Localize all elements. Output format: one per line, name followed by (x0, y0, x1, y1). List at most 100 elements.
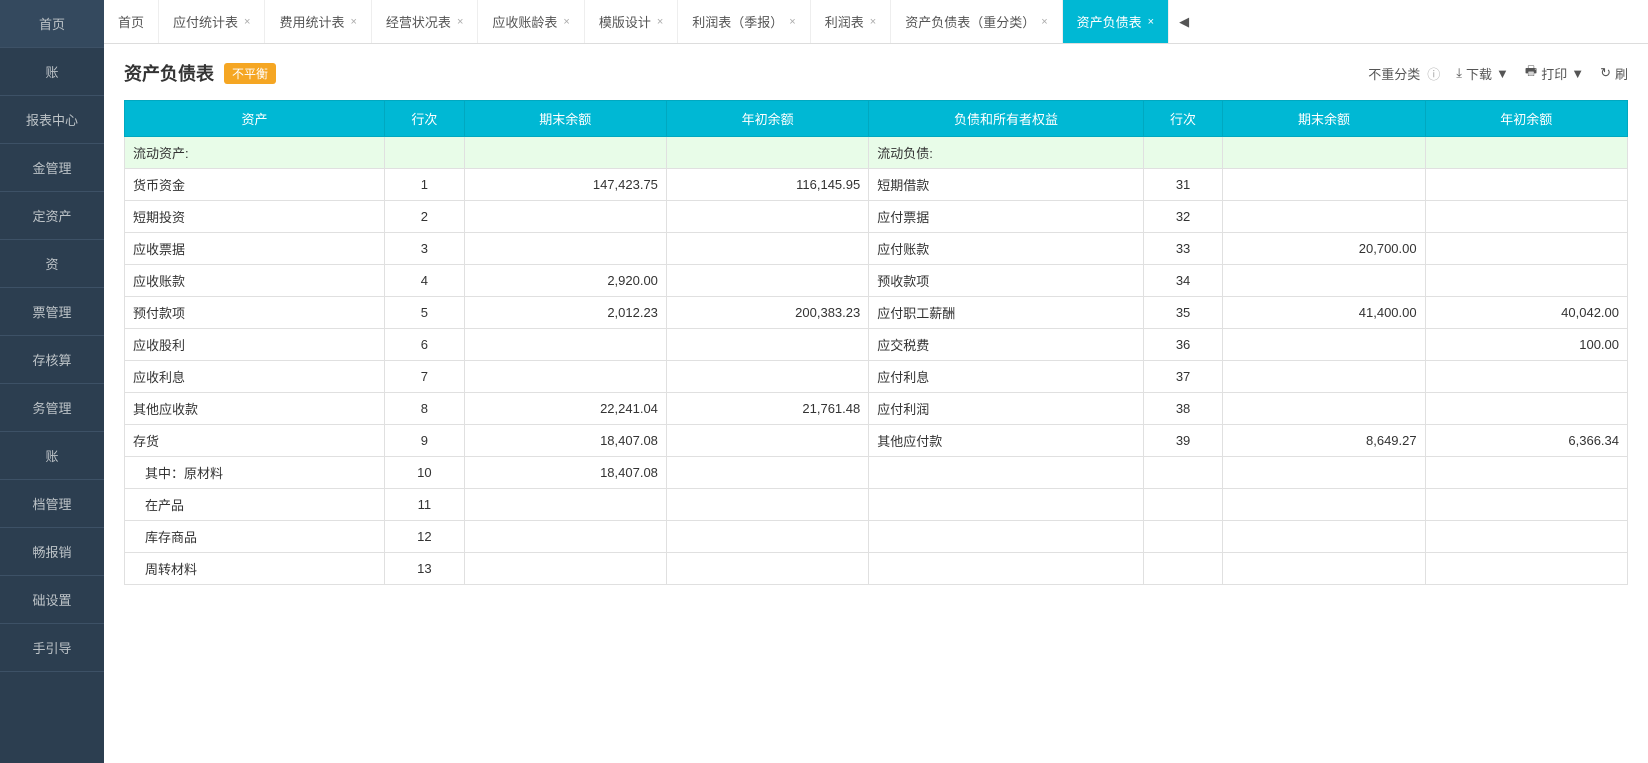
main-area: 首页 应付统计表 × 费用统计表 × 经营状况表 × 应收账龄表 × 模版设计 … (104, 0, 1648, 763)
cell-liability-begin-balance (1425, 265, 1627, 297)
cell-liability-row-num: 34 (1143, 265, 1222, 297)
header-end-balance2: 期末余额 (1223, 101, 1425, 137)
cell-end-balance: 2,012.23 (464, 297, 666, 329)
balance-table: 资产 行次 期末余额 年初余额 负债和所有者权益 行次 期末余额 年初余额 流动… (124, 100, 1628, 585)
cell-asset: 周转材料 (125, 553, 385, 585)
sidebar-item-ticket[interactable]: 票管理 (0, 288, 104, 336)
tab-close-balance[interactable]: × (1148, 16, 1154, 28)
page-title-area: 资产负债表 不平衡 (124, 60, 276, 86)
cell-liability-row-num: 37 (1143, 361, 1222, 393)
tab-more-button[interactable]: ◀ (1169, 0, 1199, 44)
header-asset: 资产 (125, 101, 385, 137)
tab-receivable-age[interactable]: 应收账龄表 × (478, 0, 584, 44)
cell-end-balance: 18,407.08 (464, 425, 666, 457)
tab-balance[interactable]: 资产负债表 × (1063, 0, 1169, 44)
sidebar-item-fund[interactable]: 金管理 (0, 144, 104, 192)
header-end-balance: 期末余额 (464, 101, 666, 137)
print-btn[interactable]: 🖶 打印 ▼ (1525, 62, 1584, 84)
table-row: 短期投资2应付票据32 (125, 201, 1628, 233)
tab-close-balance-reclassify[interactable]: × (1041, 16, 1047, 28)
cell-end-balance (464, 233, 666, 265)
refresh-btn[interactable]: ↻ 刷 (1600, 64, 1628, 83)
cell-liability-row-num: 32 (1143, 201, 1222, 233)
tab-close-template-design[interactable]: × (657, 16, 663, 28)
cell-begin-balance (666, 489, 868, 521)
tab-template-design[interactable]: 模版设计 × (585, 0, 678, 44)
sidebar-item-investment[interactable]: 资 (0, 240, 104, 288)
cell-liability-row-num: 31 (1143, 169, 1222, 201)
table-row: 预付款项52,012.23200,383.23应付职工薪酬3541,400.00… (125, 297, 1628, 329)
cell-begin-balance (666, 361, 868, 393)
cell-row-num: 10 (385, 457, 464, 489)
tab-close-payable-stats[interactable]: × (244, 16, 250, 28)
sidebar-item-settings[interactable]: 础设置 (0, 576, 104, 624)
sidebar-item-expense[interactable]: 畅报销 (0, 528, 104, 576)
sidebar-item-inventory[interactable]: 存核算 (0, 336, 104, 384)
cell-begin-balance (666, 329, 868, 361)
tab-close-profit-quarterly[interactable]: × (789, 16, 795, 28)
cell-liability-end-balance (1223, 329, 1425, 361)
cell-liability-end-balance: 20,700.00 (1223, 233, 1425, 265)
cell-liability-begin-balance (1425, 457, 1627, 489)
tab-close-operations[interactable]: × (457, 16, 463, 28)
cell-end-balance (464, 521, 666, 553)
cell-begin-balance (666, 457, 868, 489)
tab-profit-quarterly[interactable]: 利润表（季报） × (678, 0, 810, 44)
section-current-assets: 流动资产: 流动负债: (125, 137, 1628, 169)
table-row: 库存商品12 (125, 521, 1628, 553)
toolbar-right: 不重分类 ⓘ ⤓ 下载 ▼ 🖶 打印 ▼ ↻ 刷 (1368, 62, 1628, 84)
cell-row-num: 8 (385, 393, 464, 425)
sidebar-item-affairs[interactable]: 务管理 (0, 384, 104, 432)
cell-liability-row-num (1143, 521, 1222, 553)
sidebar-item-archive[interactable]: 档管理 (0, 480, 104, 528)
tab-close-profit[interactable]: × (870, 16, 876, 28)
sidebar-item-account[interactable]: 账 (0, 48, 104, 96)
cell-row-num: 12 (385, 521, 464, 553)
cell-end-balance: 22,241.04 (464, 393, 666, 425)
content-area: 资产负债表 不平衡 不重分类 ⓘ ⤓ 下载 ▼ 🖶 打印 ▼ (104, 44, 1648, 763)
sidebar-item-fixed-assets[interactable]: 定资产 (0, 192, 104, 240)
sidebar: 首页 账 报表中心 金管理 定资产 资 票管理 存核算 务管理 账 档管理 畅报… (0, 0, 104, 763)
cell-end-balance (464, 361, 666, 393)
cell-liability-end-balance (1223, 521, 1425, 553)
cell-liability-end-balance: 41,400.00 (1223, 297, 1425, 329)
tab-home[interactable]: 首页 (104, 0, 159, 44)
table-row: 应收账款42,920.00预收款项34 (125, 265, 1628, 297)
header-begin-balance2: 年初余额 (1425, 101, 1627, 137)
cell-liability-begin-balance (1425, 393, 1627, 425)
tab-payable-stats[interactable]: 应付统计表 × (159, 0, 265, 44)
cell-liability-begin-balance (1425, 201, 1627, 233)
header-liability: 负债和所有者权益 (869, 101, 1144, 137)
cell-asset: 应收利息 (125, 361, 385, 393)
cell-begin-balance (666, 521, 868, 553)
page-title: 资产负债表 (124, 60, 214, 86)
sidebar-item-home[interactable]: 首页 (0, 0, 104, 48)
sidebar-item-report-center[interactable]: 报表中心 (0, 96, 104, 144)
cell-row-num: 9 (385, 425, 464, 457)
section-asset-label: 流动资产: (125, 137, 385, 169)
cell-asset: 货币资金 (125, 169, 385, 201)
sidebar-item-ledger[interactable]: 账 (0, 432, 104, 480)
tab-profit[interactable]: 利润表 × (811, 0, 891, 44)
tab-balance-reclassify[interactable]: 资产负债表（重分类） × (891, 0, 1062, 44)
cell-asset: 库存商品 (125, 521, 385, 553)
cell-liability-begin-balance (1425, 361, 1627, 393)
tab-close-receivable-age[interactable]: × (563, 16, 569, 28)
tab-close-expense-stats[interactable]: × (350, 16, 356, 28)
tab-operations[interactable]: 经营状况表 × (372, 0, 478, 44)
table-row: 货币资金1147,423.75116,145.95短期借款31 (125, 169, 1628, 201)
cell-liability-end-balance (1223, 553, 1425, 585)
table-row: 在产品11 (125, 489, 1628, 521)
cell-liability (869, 457, 1144, 489)
download-btn[interactable]: ⤓ 下载 ▼ (1456, 64, 1509, 83)
tab-expense-stats[interactable]: 费用统计表 × (265, 0, 371, 44)
cell-liability-end-balance (1223, 457, 1425, 489)
cell-liability: 应付利润 (869, 393, 1144, 425)
no-reclassify-btn[interactable]: 不重分类 ⓘ (1368, 64, 1440, 83)
cell-row-num: 1 (385, 169, 464, 201)
cell-liability-end-balance (1223, 201, 1425, 233)
cell-liability-row-num (1143, 457, 1222, 489)
sidebar-item-guide[interactable]: 手引导 (0, 624, 104, 672)
cell-row-num: 11 (385, 489, 464, 521)
cell-asset: 预付款项 (125, 297, 385, 329)
